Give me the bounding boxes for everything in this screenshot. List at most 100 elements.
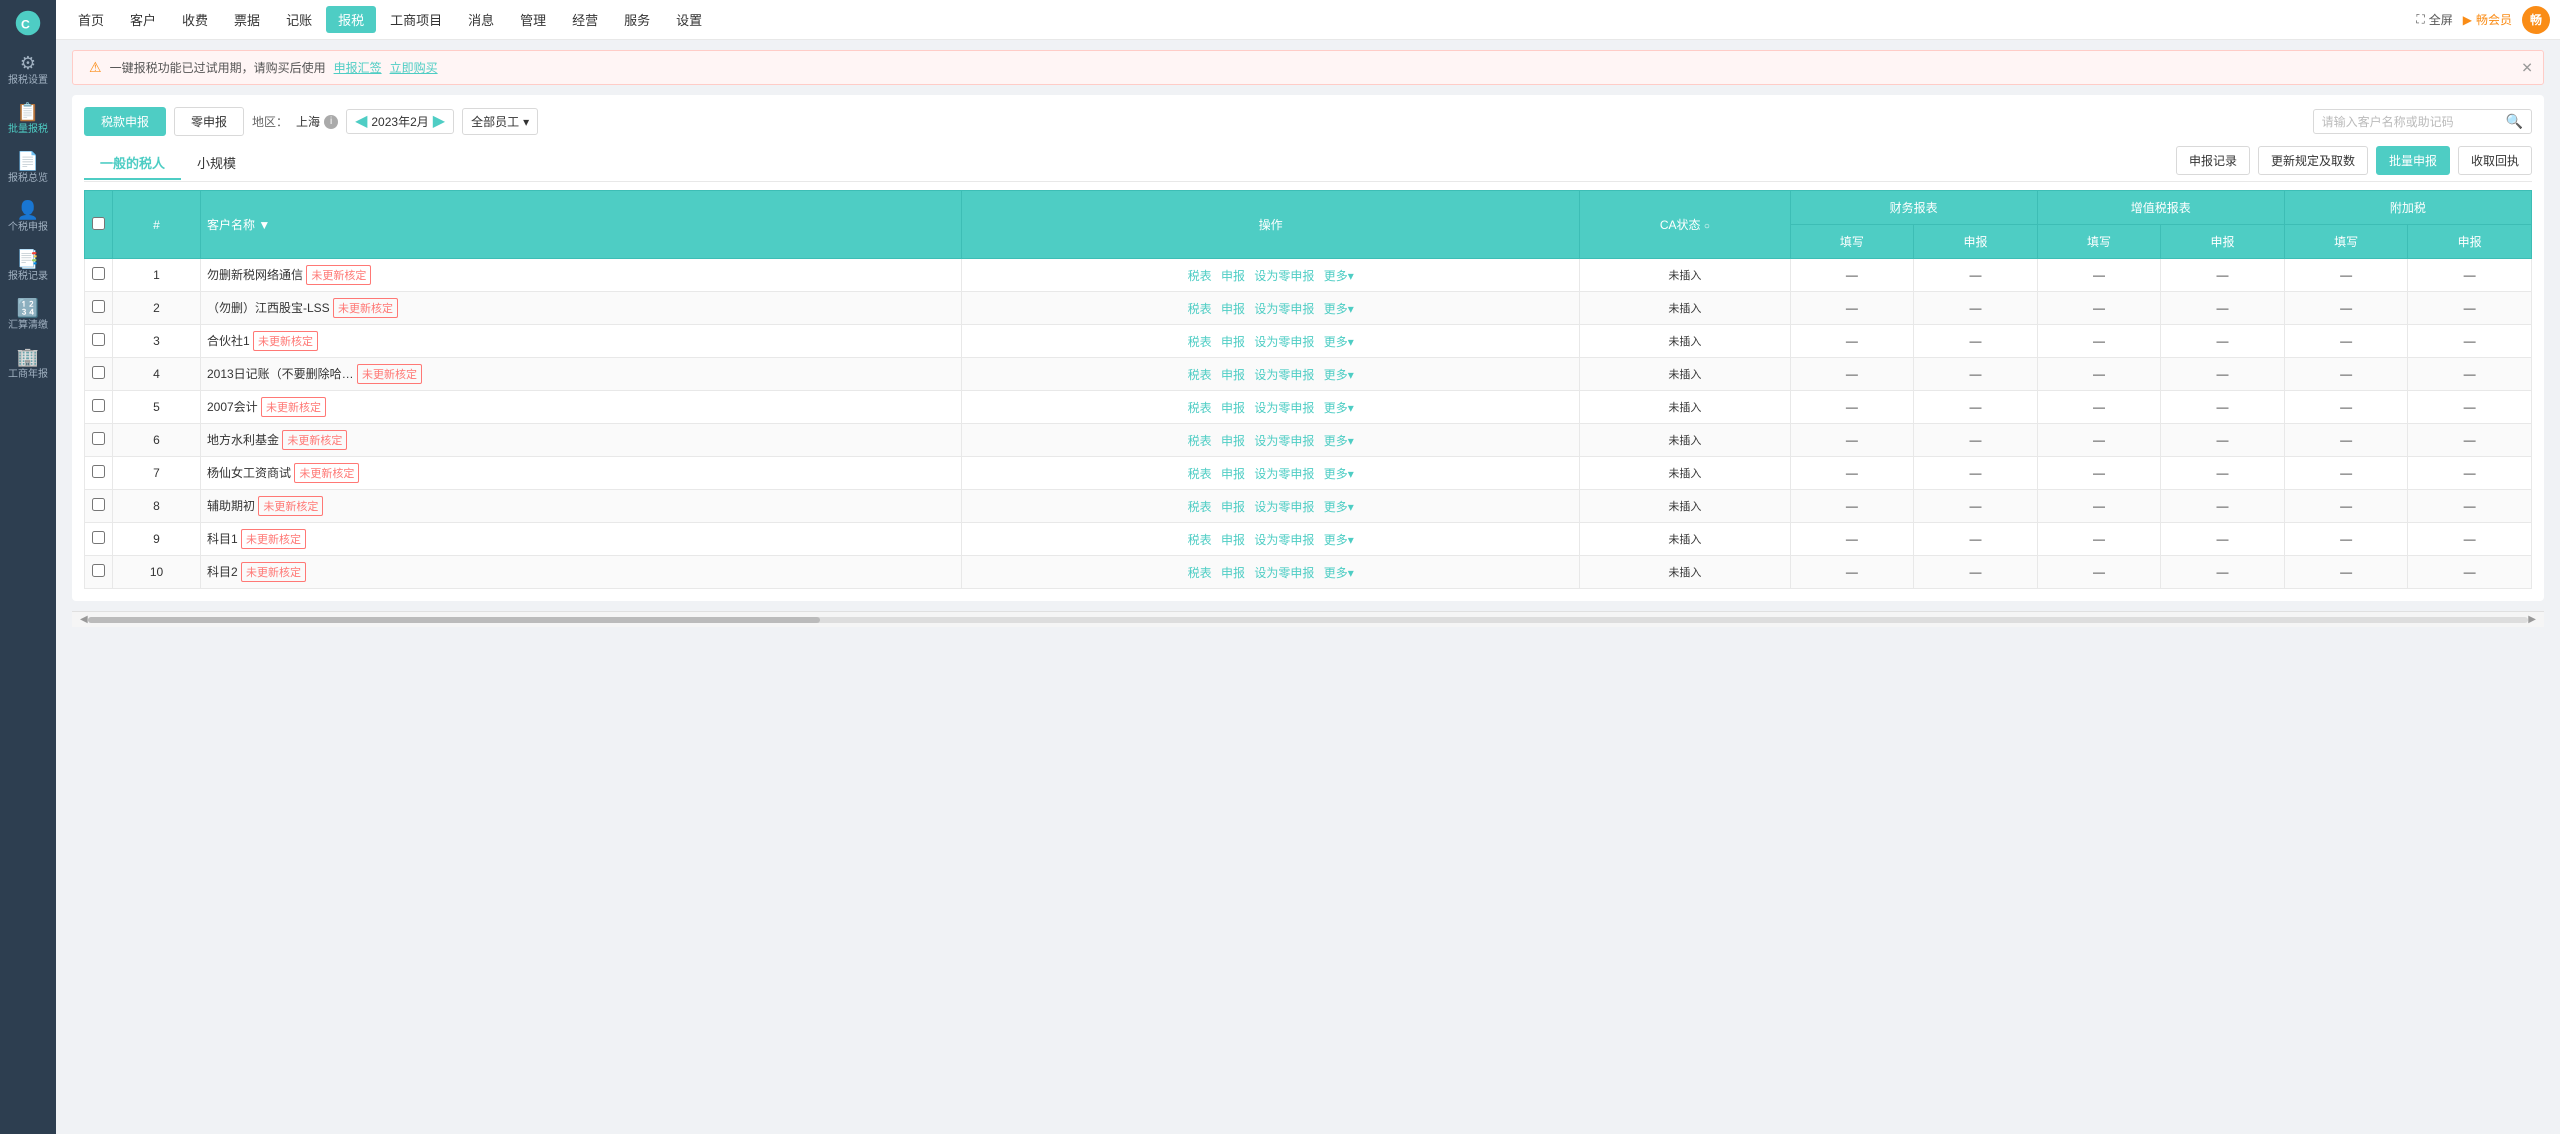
action-update-rules-button[interactable]: 更新规定及取数 xyxy=(2258,146,2368,175)
op-set-zero[interactable]: 设为零申报 xyxy=(1254,533,1314,547)
op-tax-table[interactable]: 税表 xyxy=(1188,566,1212,580)
nav-account[interactable]: 记账 xyxy=(274,6,324,33)
vip-button[interactable]: ▶ 畅会员 xyxy=(2463,11,2512,28)
horizontal-scrollbar[interactable]: ◀ ▶ xyxy=(72,611,2544,627)
op-declare[interactable]: 申报 xyxy=(1221,533,1245,547)
user-avatar[interactable]: 畅 xyxy=(2522,6,2550,34)
notif-link-sign[interactable]: 申报汇签 xyxy=(334,59,382,76)
op-set-zero[interactable]: 设为零申报 xyxy=(1254,269,1314,283)
op-declare[interactable]: 申报 xyxy=(1221,467,1245,481)
tab-general-taxpayer[interactable]: 一般的税人 xyxy=(84,147,181,180)
fullscreen-button[interactable]: ⛶ 全屏 xyxy=(2416,11,2452,28)
notif-close-button[interactable]: ✕ xyxy=(2521,59,2533,76)
region-info-icon[interactable]: i xyxy=(324,115,338,129)
op-tax-table[interactable]: 税表 xyxy=(1188,434,1212,448)
date-next-button[interactable]: ▶ xyxy=(433,114,445,130)
op-tax-table[interactable]: 税表 xyxy=(1188,302,1212,316)
op-more[interactable]: 更多▾ xyxy=(1324,368,1354,382)
op-more[interactable]: 更多▾ xyxy=(1324,434,1354,448)
nav-settings[interactable]: 设置 xyxy=(664,6,714,33)
sidebar-item-biz-report[interactable]: 🏢 工商年报 xyxy=(0,340,56,389)
op-more[interactable]: 更多▾ xyxy=(1324,500,1354,514)
sidebar-item-tax-page[interactable]: 📄 报税总览 xyxy=(0,144,56,193)
row-checkbox[interactable] xyxy=(92,399,105,412)
op-tax-table[interactable]: 税表 xyxy=(1188,269,1212,283)
scroll-left-button[interactable]: ◀ xyxy=(80,614,88,625)
nav-service[interactable]: 服务 xyxy=(612,6,662,33)
status-badge: 未更新核定 xyxy=(253,331,318,351)
op-set-zero[interactable]: 设为零申报 xyxy=(1254,467,1314,481)
search-icon[interactable]: 🔍 xyxy=(2506,113,2523,130)
select-all-checkbox[interactable] xyxy=(92,217,105,230)
scroll-right-button[interactable]: ▶ xyxy=(2528,614,2536,625)
action-batch-report-button[interactable]: 批量申报 xyxy=(2376,146,2450,175)
row-checkbox[interactable] xyxy=(92,300,105,313)
nav-operation[interactable]: 经营 xyxy=(560,6,610,33)
op-declare[interactable]: 申报 xyxy=(1221,566,1245,580)
op-set-zero[interactable]: 设为零申报 xyxy=(1254,368,1314,382)
op-declare[interactable]: 申报 xyxy=(1221,269,1245,283)
tab-zero-declare[interactable]: 零申报 xyxy=(174,107,244,136)
sidebar-item-tax-settings[interactable]: ⚙ 报税设置 xyxy=(0,46,56,95)
op-more[interactable]: 更多▾ xyxy=(1324,269,1354,283)
op-set-zero[interactable]: 设为零申报 xyxy=(1254,335,1314,349)
sidebar-item-calc-clear[interactable]: 🔢 汇算清缴 xyxy=(0,291,56,340)
nav-home[interactable]: 首页 xyxy=(66,6,116,33)
row-checkbox[interactable] xyxy=(92,432,105,445)
op-more[interactable]: 更多▾ xyxy=(1324,533,1354,547)
nav-message[interactable]: 消息 xyxy=(456,6,506,33)
status-badge: 未更新核定 xyxy=(333,298,398,318)
scroll-track[interactable] xyxy=(88,617,2529,623)
row-checkbox[interactable] xyxy=(92,465,105,478)
fullscreen-label: 全屏 xyxy=(2429,11,2453,28)
op-set-zero[interactable]: 设为零申报 xyxy=(1254,500,1314,514)
tab-small-scale[interactable]: 小规模 xyxy=(181,147,252,180)
op-declare[interactable]: 申报 xyxy=(1221,500,1245,514)
op-more[interactable]: 更多▾ xyxy=(1324,302,1354,316)
row-checkbox[interactable] xyxy=(92,267,105,280)
op-declare[interactable]: 申报 xyxy=(1221,401,1245,415)
op-set-zero[interactable]: 设为零申报 xyxy=(1254,566,1314,580)
row-checkbox[interactable] xyxy=(92,366,105,379)
nav-management[interactable]: 管理 xyxy=(508,6,558,33)
op-tax-table[interactable]: 税表 xyxy=(1188,533,1212,547)
op-tax-table[interactable]: 税表 xyxy=(1188,401,1212,415)
op-more[interactable]: 更多▾ xyxy=(1324,566,1354,580)
sidebar-item-batch-tax[interactable]: 📋 批量报税 xyxy=(0,95,56,144)
nav-customer[interactable]: 客户 xyxy=(118,6,168,33)
op-set-zero[interactable]: 设为零申报 xyxy=(1254,401,1314,415)
date-prev-button[interactable]: ◀ xyxy=(355,114,367,130)
op-set-zero[interactable]: 设为零申报 xyxy=(1254,302,1314,316)
op-tax-table[interactable]: 税表 xyxy=(1188,368,1212,382)
op-declare[interactable]: 申报 xyxy=(1221,434,1245,448)
action-record-button[interactable]: 申报记录 xyxy=(2176,146,2250,175)
op-set-zero[interactable]: 设为零申报 xyxy=(1254,434,1314,448)
sidebar-item-biz-report-label: 工商年报 xyxy=(8,369,48,381)
department-select[interactable]: 全部员工 ▾ xyxy=(462,108,538,135)
op-tax-table[interactable]: 税表 xyxy=(1188,467,1212,481)
action-withdraw-button[interactable]: 收取回执 xyxy=(2458,146,2532,175)
op-more[interactable]: 更多▾ xyxy=(1324,401,1354,415)
op-tax-table[interactable]: 税表 xyxy=(1188,500,1212,514)
nav-tax[interactable]: 报税 xyxy=(326,6,376,33)
row-checkbox[interactable] xyxy=(92,333,105,346)
nav-invoice[interactable]: 票据 xyxy=(222,6,272,33)
search-input[interactable] xyxy=(2322,115,2502,129)
notif-link-buy[interactable]: 立即购买 xyxy=(390,59,438,76)
sidebar-item-tax-record[interactable]: 📑 报税记录 xyxy=(0,242,56,291)
op-more[interactable]: 更多▾ xyxy=(1324,467,1354,481)
op-declare[interactable]: 申报 xyxy=(1221,368,1245,382)
nav-billing[interactable]: 收费 xyxy=(170,6,220,33)
row-checkbox-cell xyxy=(85,424,113,457)
op-tax-table[interactable]: 税表 xyxy=(1188,335,1212,349)
op-declare[interactable]: 申报 xyxy=(1221,335,1245,349)
op-more[interactable]: 更多▾ xyxy=(1324,335,1354,349)
row-tax-fill: — xyxy=(2037,556,2161,589)
row-checkbox[interactable] xyxy=(92,531,105,544)
tab-tax-declare[interactable]: 税款申报 xyxy=(84,107,166,136)
nav-bizproject[interactable]: 工商项目 xyxy=(378,6,454,33)
row-checkbox[interactable] xyxy=(92,498,105,511)
op-declare[interactable]: 申报 xyxy=(1221,302,1245,316)
sidebar-item-personal-tax[interactable]: 👤 个税申报 xyxy=(0,193,56,242)
row-checkbox[interactable] xyxy=(92,564,105,577)
